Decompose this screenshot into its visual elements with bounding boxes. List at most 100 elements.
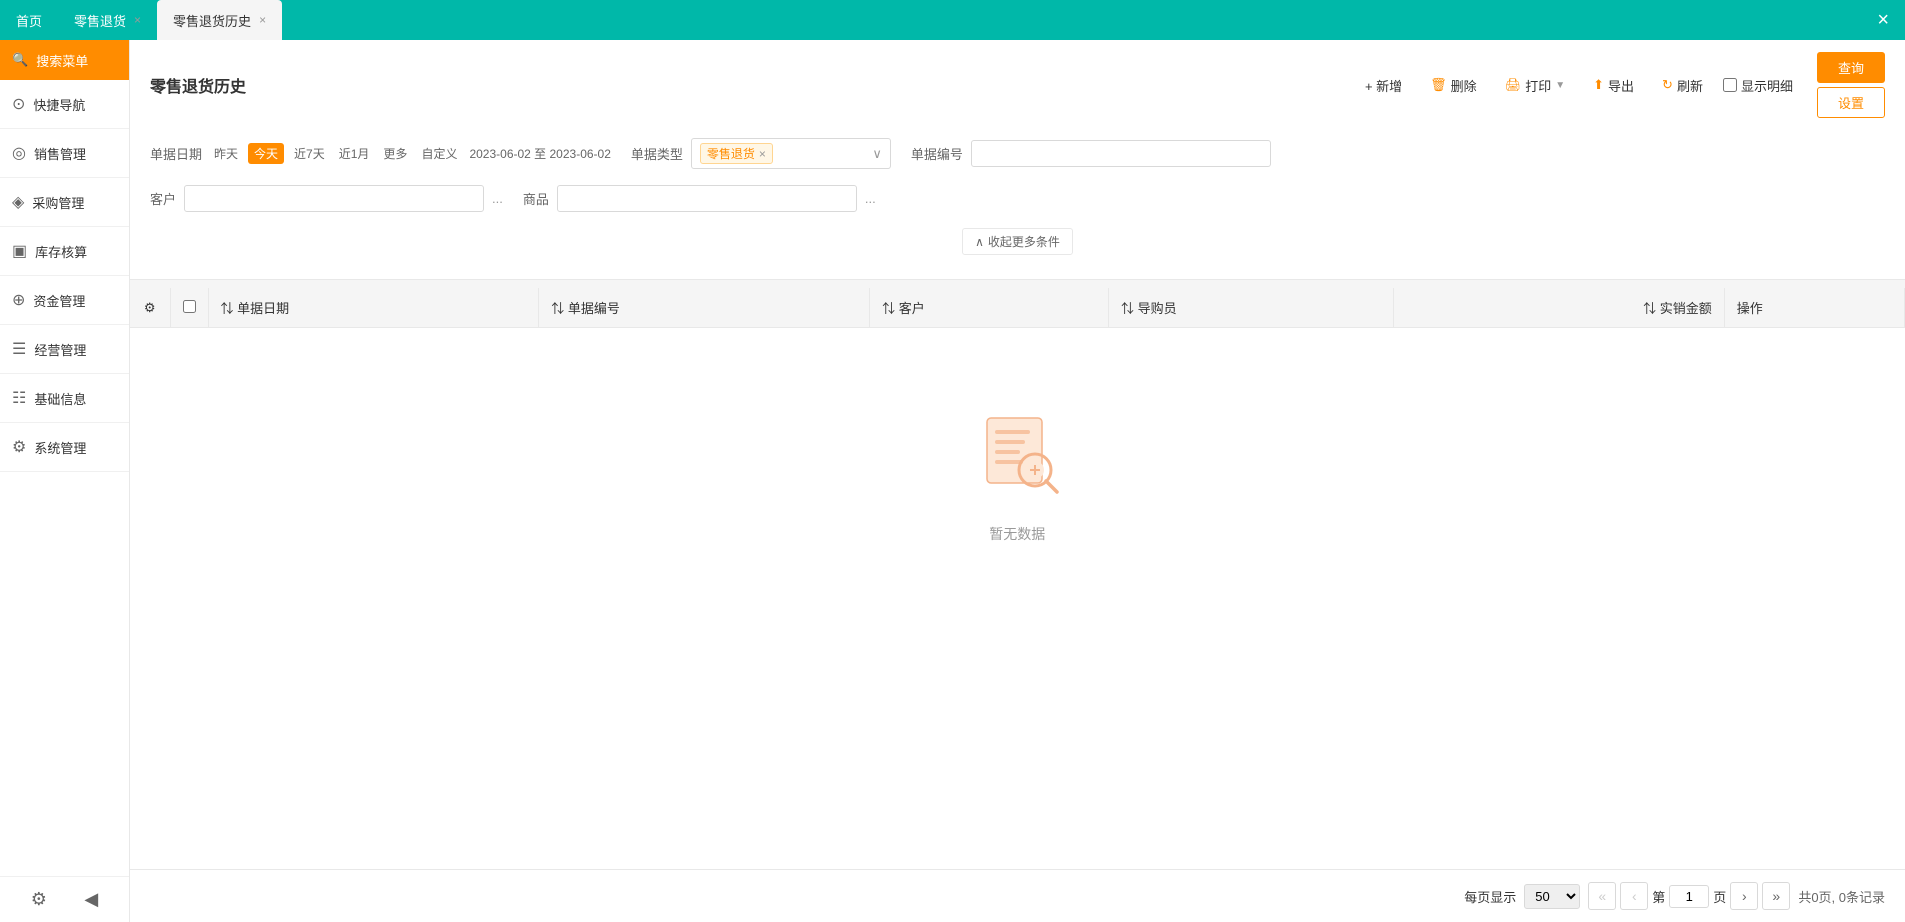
print-icon: 🖨 xyxy=(1505,77,1522,93)
sidebar-item-label: 经营管理 xyxy=(34,340,86,359)
page-size-select[interactable]: 20 50 100 xyxy=(1524,884,1580,909)
col-guide-label: ⇅ 导购员 xyxy=(1121,301,1177,316)
print-button[interactable]: 🖨 打印 ▼ xyxy=(1497,72,1573,99)
sidebar-bottom: ⚙ ◀ xyxy=(0,876,129,922)
customer-filter: 客户 ... xyxy=(150,185,503,212)
print-dropdown-icon: ▼ xyxy=(1555,80,1565,91)
next-page-button[interactable]: › xyxy=(1730,882,1758,910)
date-options: 昨天 今天 近7天 近1月 更多 自定义 xyxy=(210,143,461,164)
collapse-bar: ∧ 收起更多条件 xyxy=(150,220,1885,267)
col-customer[interactable]: ⇅ 客户 xyxy=(870,288,1109,328)
type-tag: 零售退货 × xyxy=(700,143,773,164)
filter-row-1: 单据日期 昨天 今天 近7天 近1月 更多 自定义 2023-06-02 至 2… xyxy=(150,130,1885,177)
sidebar-item-inventory[interactable]: ▣ 库存核算 xyxy=(0,227,129,276)
sidebar-item-purchase[interactable]: ◈ 采购管理 xyxy=(0,178,129,227)
export-button[interactable]: ⬆ 导出 xyxy=(1585,72,1642,99)
top-tab-bar: 首页 零售退货 × 零售退货历史 × × xyxy=(0,0,1905,40)
type-select-chevron: ∨ xyxy=(872,146,882,162)
inventory-icon: ▣ xyxy=(12,241,27,261)
display-toggle: 显示明细 xyxy=(1723,76,1793,95)
sidebar-collapse-icon[interactable]: ◀ xyxy=(84,889,98,910)
last-page-button[interactable]: » xyxy=(1762,882,1790,910)
date-opt-1month[interactable]: 近1月 xyxy=(335,143,374,164)
sidebar-item-label: 库存核算 xyxy=(35,242,87,261)
tab-home[interactable]: 首页 xyxy=(0,0,58,40)
type-tag-remove[interactable]: × xyxy=(759,147,766,161)
customer-search-icon[interactable]: ... xyxy=(492,191,503,206)
sidebar-search-label: 搜索菜单 xyxy=(36,51,88,70)
col-settings[interactable]: ⚙ xyxy=(130,288,170,328)
col-checkbox xyxy=(170,288,208,328)
date-opt-7days[interactable]: 近7天 xyxy=(290,143,329,164)
page-nav: « ‹ 第 页 › » xyxy=(1588,882,1790,910)
date-opt-yesterday[interactable]: 昨天 xyxy=(210,143,242,164)
current-page-input[interactable] xyxy=(1669,885,1709,908)
toolbar: + 新增 🗑 删除 🖨 打印 ▼ ⬆ 导出 xyxy=(1357,52,1885,118)
sidebar-item-finance[interactable]: ⊕ 资金管理 xyxy=(0,276,129,325)
delete-button[interactable]: 🗑 删除 xyxy=(1422,72,1485,99)
col-date[interactable]: ⇅ 单据日期 xyxy=(208,288,539,328)
sidebar-search[interactable]: 🔍 搜索菜单 xyxy=(0,40,129,80)
page-total-summary: 共0页, 0条记录 xyxy=(1798,887,1885,906)
date-opt-custom[interactable]: 自定义 xyxy=(417,143,461,164)
col-number[interactable]: ⇅ 单据编号 xyxy=(539,288,870,328)
select-all-checkbox[interactable] xyxy=(183,300,196,313)
date-filter-label: 单据日期 xyxy=(150,144,202,163)
date-opt-today[interactable]: 今天 xyxy=(248,143,284,164)
sidebar-item-system[interactable]: ⚙ 系统管理 xyxy=(0,423,129,472)
sidebar-item-quick-nav[interactable]: ⊙ 快捷导航 xyxy=(0,80,129,129)
number-filter-label: 单据编号 xyxy=(911,144,963,163)
page-label-post: 页 xyxy=(1713,887,1726,906)
sidebar-item-label: 销售管理 xyxy=(34,144,86,163)
collapse-button[interactable]: ∧ 收起更多条件 xyxy=(962,228,1073,255)
sidebar-item-operations[interactable]: ☰ 经营管理 xyxy=(0,325,129,374)
refresh-button[interactable]: ↻ 刷新 xyxy=(1654,72,1711,99)
filter-area: 单据日期 昨天 今天 近7天 近1月 更多 自定义 2023-06-02 至 2… xyxy=(150,130,1885,279)
goods-input[interactable] xyxy=(557,185,857,212)
action-buttons: 查询 设置 xyxy=(1817,52,1885,118)
page-header-top: 零售退货历史 + 新增 🗑 删除 🖨 打印 ▼ ⬆ xyxy=(150,52,1885,118)
sidebar-item-sales[interactable]: ◎ 销售管理 xyxy=(0,129,129,178)
tab-retail-return-history[interactable]: 零售退货历史 × xyxy=(157,0,282,40)
customer-input[interactable] xyxy=(184,185,484,212)
display-toggle-checkbox[interactable] xyxy=(1723,78,1737,92)
col-date-label: ⇅ 单据日期 xyxy=(221,301,290,316)
customer-filter-label: 客户 xyxy=(150,189,176,208)
table-area: ⚙ ⇅ 单据日期 ⇅ 单据编号 ⇅ 客户 xyxy=(130,288,1905,869)
purchase-icon: ◈ xyxy=(12,192,24,212)
goods-filter-label: 商品 xyxy=(523,189,549,208)
prev-page-button[interactable]: ‹ xyxy=(1620,882,1648,910)
query-button[interactable]: 查询 xyxy=(1817,52,1885,83)
sidebar: 🔍 搜索菜单 ⊙ 快捷导航 ◎ 销售管理 ◈ 采购管理 ▣ 库存核算 ⊕ 资金管… xyxy=(0,40,130,922)
basic-info-icon: ☷ xyxy=(12,388,26,408)
sidebar-item-label: 基础信息 xyxy=(34,389,86,408)
sales-icon: ◎ xyxy=(12,143,26,163)
col-action-label: 操作 xyxy=(1737,301,1763,316)
sidebar-settings-icon[interactable]: ⚙ xyxy=(31,889,47,910)
empty-row: 暂无数据 xyxy=(130,328,1905,625)
table-body: 暂无数据 xyxy=(130,328,1905,625)
sidebar-item-basic-info[interactable]: ☷ 基础信息 xyxy=(0,374,129,423)
filter-row-2: 客户 ... 商品 ... xyxy=(150,177,1885,220)
export-icon: ⬆ xyxy=(1593,77,1604,93)
type-filter-label: 单据类型 xyxy=(631,144,683,163)
tab-retail-return-history-close[interactable]: × xyxy=(259,13,266,27)
col-amount[interactable]: ⇅ 实销金额 xyxy=(1393,288,1724,328)
col-guide[interactable]: ⇅ 导购员 xyxy=(1109,288,1394,328)
col-customer-label: ⇅ 客户 xyxy=(882,301,925,316)
type-select[interactable]: 零售退货 × ∨ xyxy=(691,138,891,169)
window-close-button[interactable]: × xyxy=(1861,9,1905,32)
first-page-button[interactable]: « xyxy=(1588,882,1616,910)
tab-retail-return-close[interactable]: × xyxy=(134,13,141,27)
goods-search-icon[interactable]: ... xyxy=(865,191,876,206)
empty-state: 暂无数据 xyxy=(130,328,1905,624)
settings-button[interactable]: 设置 xyxy=(1817,87,1885,118)
number-input[interactable] xyxy=(971,140,1271,167)
search-icon: 🔍 xyxy=(12,52,28,68)
tab-retail-return[interactable]: 零售退货 × xyxy=(58,0,157,40)
table-header: ⚙ ⇅ 单据日期 ⇅ 单据编号 ⇅ 客户 xyxy=(130,288,1905,328)
collapse-icon: ∧ xyxy=(975,235,984,249)
main-layout: 🔍 搜索菜单 ⊙ 快捷导航 ◎ 销售管理 ◈ 采购管理 ▣ 库存核算 ⊕ 资金管… xyxy=(0,40,1905,922)
new-button[interactable]: + 新增 xyxy=(1357,72,1410,99)
date-opt-more[interactable]: 更多 xyxy=(379,143,411,164)
